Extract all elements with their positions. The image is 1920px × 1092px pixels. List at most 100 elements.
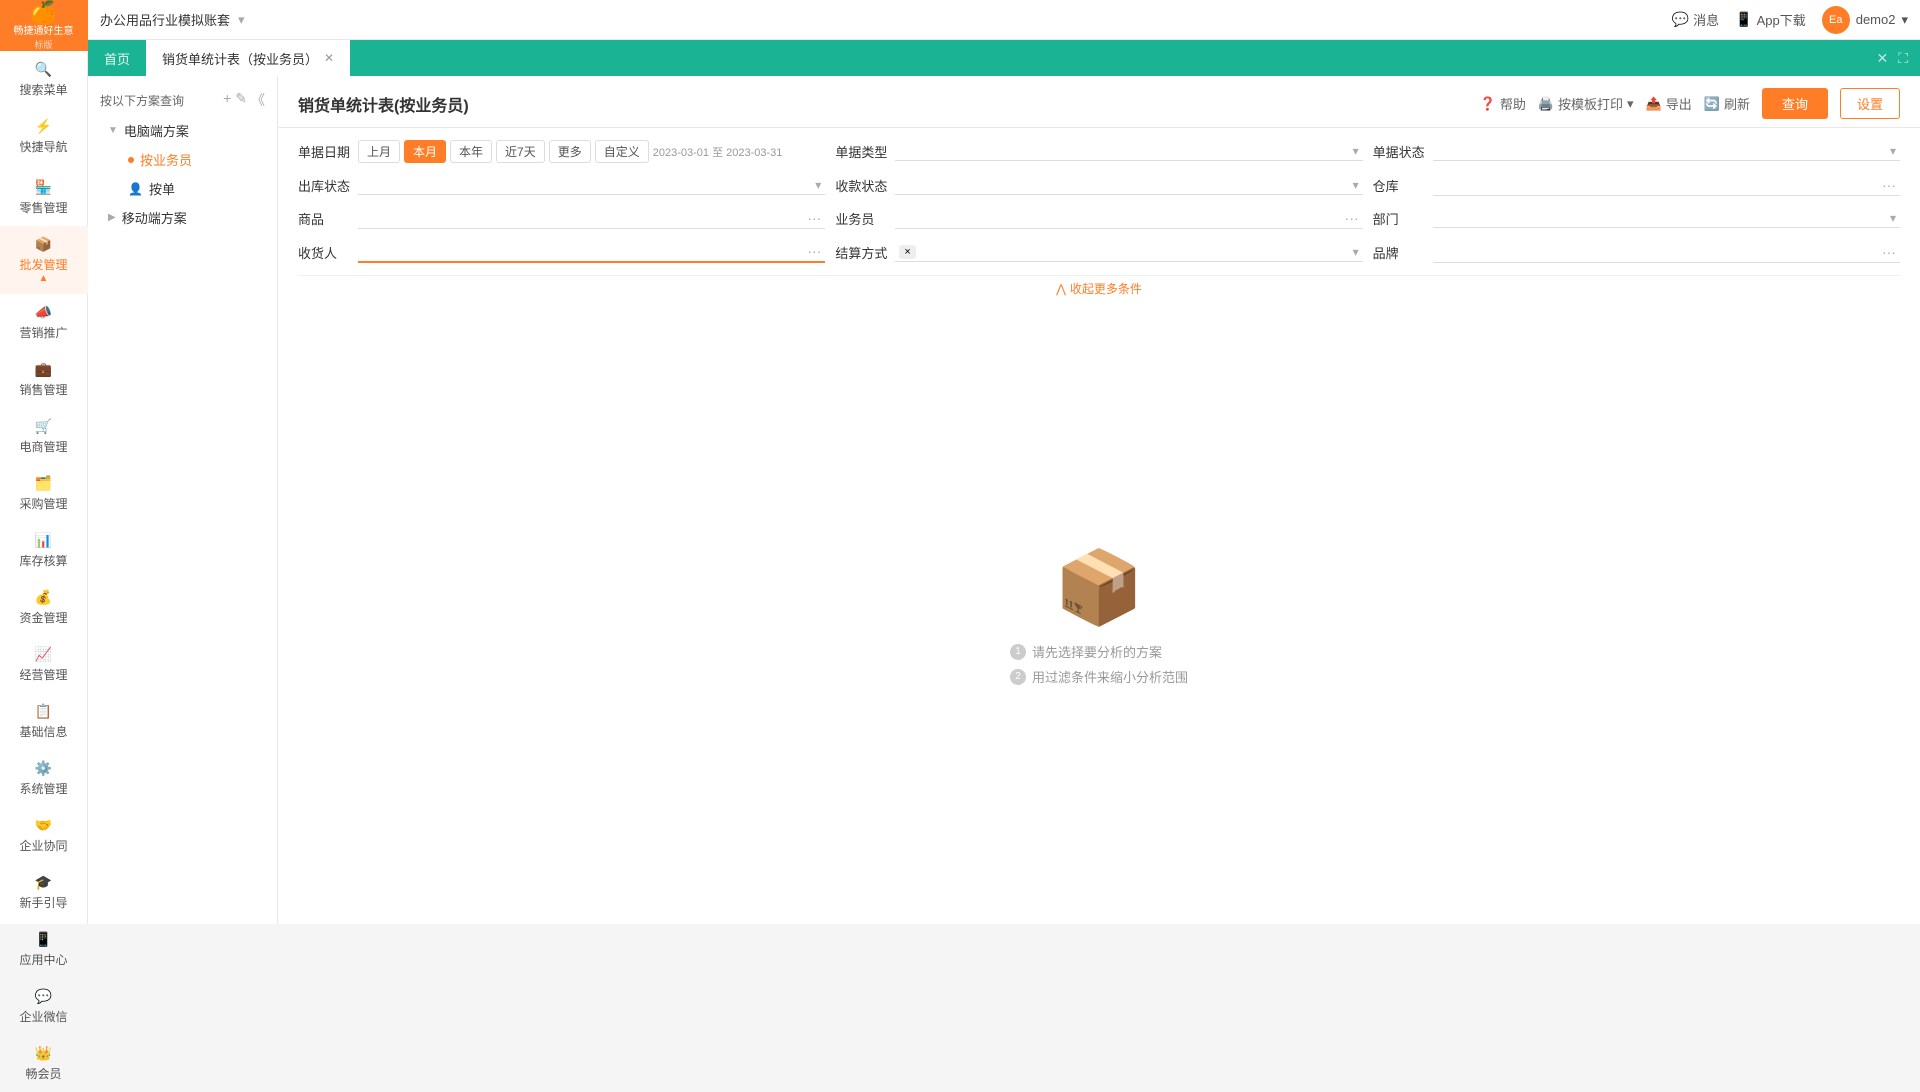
user-name: demo2	[1856, 12, 1896, 27]
sidebar-quick-nav[interactable]: ⚡ 快捷导航	[0, 108, 88, 165]
tree-item-desktop[interactable]: ▼ 电脑端方案	[88, 116, 277, 145]
tab-home[interactable]: 首页	[88, 40, 146, 76]
consignee-dots: ···	[807, 243, 821, 259]
date-this-year[interactable]: 本年	[450, 140, 492, 163]
filter-consignee-cell: 收货人 ···	[298, 241, 835, 263]
dept-select[interactable]: ▾	[1433, 209, 1900, 228]
breadcrumb-text: 办公用品行业模拟账套	[100, 10, 230, 29]
tree-item-mobile-label: 移动端方案	[122, 208, 187, 227]
empty-state-illustration: 📦	[1010, 545, 1188, 630]
sidebar: 🍊 畅捷通好生意 标版 🔍 搜索菜单 ⚡ 快捷导航 🏪 零售管理 📦 批发管理 …	[0, 0, 88, 924]
sidebar-search[interactable]: 🔍 搜索菜单	[0, 51, 88, 108]
sidebar-item-retail[interactable]: 🏪 零售管理	[0, 169, 88, 226]
sidebar-item-coop[interactable]: 🤝 企业协同	[0, 807, 88, 864]
sidebar-item-wechat[interactable]: 💬 企业微信	[0, 978, 88, 1035]
date-label: 单据日期	[298, 142, 358, 161]
order-icon: 👤	[128, 182, 143, 196]
left-panel: 按以下方案查询 + ✎ 《 ▼ 电脑端方案 按业务员 👤	[88, 76, 278, 924]
left-panel-edit-btn[interactable]: ✎	[235, 90, 247, 110]
empty-step-1-text: 请先选择要分析的方案	[1032, 642, 1162, 661]
message-btn[interactable]: 💬 消息	[1672, 10, 1719, 29]
left-panel-add-btn[interactable]: +	[223, 90, 231, 110]
left-panel-collapse-btn[interactable]: 《	[251, 90, 265, 110]
tree-sub-by-staff[interactable]: 按业务员	[88, 145, 277, 174]
query-button[interactable]: 查询	[1762, 88, 1828, 119]
consignee-input[interactable]: ···	[358, 241, 825, 263]
print-btn[interactable]: 🖨️ 按模板打印 ▾	[1538, 94, 1634, 113]
app-download-btn[interactable]: 📱 App下载	[1735, 10, 1806, 29]
settlement-chevron: ▾	[1353, 245, 1359, 259]
sidebar-item-member[interactable]: 👑 畅会员	[0, 1035, 88, 1092]
sidebar-item-app-center[interactable]: 📱 应用中心	[0, 921, 88, 978]
step-num-1: 1	[1010, 644, 1026, 660]
filter-warehouse-cell: 仓库 ···	[1373, 175, 1900, 196]
settlement-label: 结算方式	[835, 243, 895, 262]
warehouse-input[interactable]: ···	[1433, 175, 1900, 196]
staff-input[interactable]: ···	[895, 208, 1362, 229]
sidebar-item-operation[interactable]: 📈 经营管理	[0, 636, 88, 693]
date-more[interactable]: 更多	[549, 140, 591, 163]
sidebar-item-newbie[interactable]: 🎓 新手引导	[0, 864, 88, 921]
empty-state: 📦 1 请先选择要分析的方案 2 用过滤条件来缩小分析范围	[1010, 545, 1188, 692]
filter-date-cell: 单据日期 上月 本月 本年 近7天 更多 自定义 2023-03-01 至 20…	[298, 140, 835, 163]
date-custom[interactable]: 自定义	[595, 140, 649, 163]
settlement-select[interactable]: × ▾	[895, 243, 1362, 262]
tab-sales-stat[interactable]: 销货单统计表（按业务员） ✕	[146, 40, 350, 76]
tree-item-mobile[interactable]: ▶ 移动端方案	[88, 203, 277, 232]
outstatus-label: 出库状态	[298, 176, 358, 195]
filter-docstatus-cell: 单据状态 ▾	[1373, 142, 1900, 161]
tab-close-icon[interactable]: ✕	[324, 51, 334, 65]
tree-sub-by-order[interactable]: 👤 按单	[88, 174, 277, 203]
sidebar-item-system[interactable]: ⚙️ 系统管理	[0, 750, 88, 807]
sidebar-item-sales[interactable]: 💼 销售管理	[0, 351, 88, 408]
filter-receivestatus-cell: 收款状态 ▾	[835, 176, 1372, 195]
consignee-label: 收货人	[298, 243, 358, 262]
user-menu[interactable]: Ea demo2 ▾	[1822, 6, 1908, 34]
tree-arrow-mobile: ▶	[108, 212, 116, 223]
doctype-chevron: ▾	[1353, 144, 1359, 158]
receivestatus-select[interactable]: ▾	[895, 176, 1362, 195]
tab-bar: 首页 销货单统计表（按业务员） ✕ ✕ ⛶	[88, 40, 1920, 76]
outstatus-select[interactable]: ▾	[358, 176, 825, 195]
header-right: 💬 消息 📱 App下载 Ea demo2 ▾	[1672, 6, 1908, 34]
help-icon: ❓	[1480, 96, 1496, 112]
user-avatar: Ea	[1822, 6, 1850, 34]
tree-arrow-desktop: ▼	[108, 125, 118, 136]
sidebar-item-wholesale[interactable]: 📦 批发管理 ▲	[0, 226, 88, 294]
tab-maximize-icon[interactable]: ⛶	[1898, 50, 1908, 67]
breadcrumb-dropdown-icon[interactable]: ▾	[238, 12, 245, 28]
tab-close-window-icon[interactable]: ✕	[1876, 50, 1888, 67]
date-prev-month[interactable]: 上月	[358, 140, 400, 163]
tree-sub-by-staff-label: 按业务员	[140, 150, 192, 169]
dept-chevron: ▾	[1890, 211, 1896, 225]
sidebar-item-finance[interactable]: 💰 资金管理	[0, 579, 88, 636]
warehouse-label: 仓库	[1373, 176, 1433, 195]
sidebar-item-ecommerce[interactable]: 🛒 电商管理	[0, 408, 88, 465]
date-this-month[interactable]: 本月	[404, 140, 446, 163]
docstatus-select[interactable]: ▾	[1433, 142, 1900, 161]
step-num-2: 2	[1010, 669, 1026, 685]
sidebar-item-basic[interactable]: 📋 基础信息	[0, 693, 88, 750]
breadcrumb: 办公用品行业模拟账套 ▾	[100, 10, 245, 29]
date-last7[interactable]: 近7天	[496, 140, 545, 163]
refresh-btn[interactable]: 🔄 刷新	[1704, 94, 1750, 113]
receivestatus-chevron: ▾	[1353, 178, 1359, 192]
empty-step-2-text: 用过滤条件来缩小分析范围	[1032, 667, 1188, 686]
sidebar-item-purchase[interactable]: 🗂️ 采购管理	[0, 465, 88, 522]
goods-input[interactable]: ···	[358, 208, 825, 229]
setting-button[interactable]: 设置	[1840, 88, 1900, 119]
sidebar-quick-label: 快捷导航	[19, 138, 67, 155]
sidebar-item-inventory[interactable]: 📊 库存核算	[0, 522, 88, 579]
brand-input[interactable]: ···	[1433, 242, 1900, 263]
sidebar-item-marketing[interactable]: 📣 营销推广	[0, 294, 88, 351]
tree-desktop: ▼ 电脑端方案 按业务员 👤 按单	[88, 116, 277, 203]
doctype-select[interactable]: ▾	[895, 142, 1362, 161]
export-btn[interactable]: 📤 导出	[1646, 94, 1692, 113]
refresh-icon: 🔄	[1704, 96, 1720, 112]
settlement-tag-close[interactable]: ×	[899, 245, 915, 259]
outstatus-chevron: ▾	[815, 178, 821, 192]
collapse-btn[interactable]: ⋀ 收起更多条件	[1056, 280, 1142, 297]
help-btn[interactable]: ❓ 帮助	[1480, 94, 1526, 113]
goods-label: 商品	[298, 209, 358, 228]
filter-row-3: 商品 ··· 业务员 ··· 部门	[298, 208, 1900, 229]
